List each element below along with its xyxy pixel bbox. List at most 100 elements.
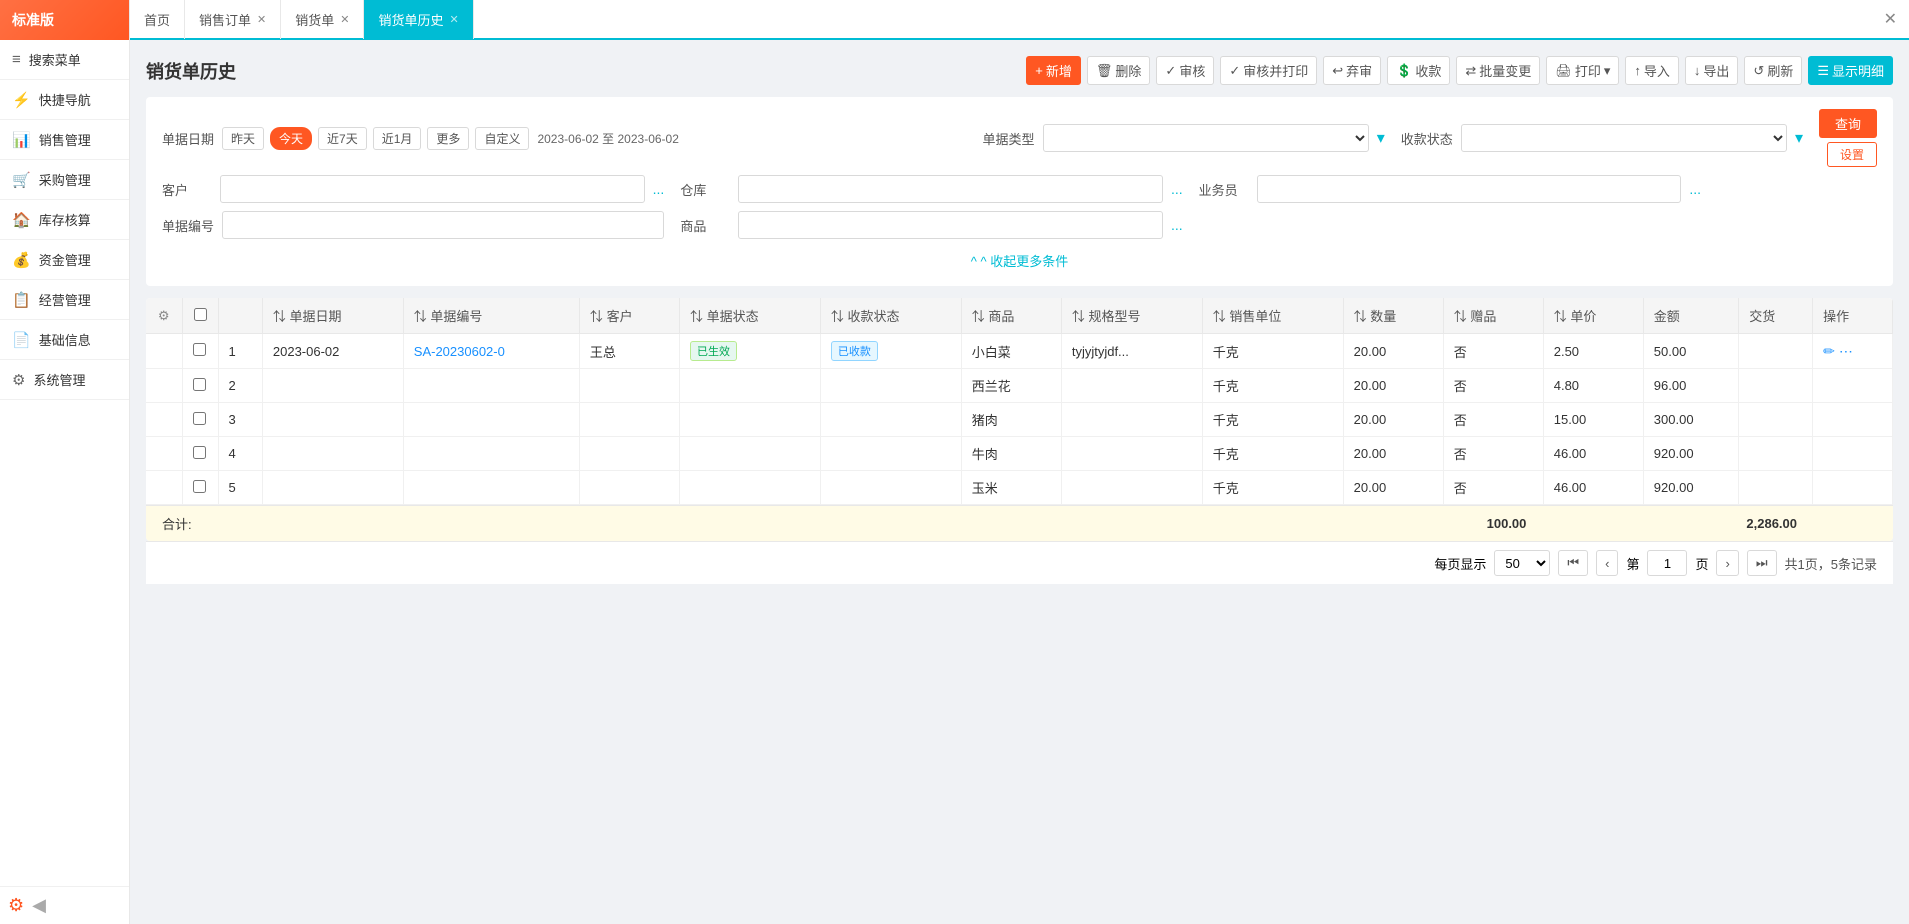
delete-label: 删除 xyxy=(1115,61,1141,80)
tab-sales-delivery-close[interactable]: ✕ xyxy=(340,13,349,26)
prev-page-btn[interactable]: ‹ xyxy=(1596,550,1618,576)
abandon-button[interactable]: ↩ 弃审 xyxy=(1323,56,1381,85)
row-checkbox[interactable] xyxy=(193,343,206,356)
sidebar-item-quick-nav[interactable]: ⚡ 快捷导航 xyxy=(0,80,129,120)
table-row: 5玉米千克20.00否46.00920.00 xyxy=(146,471,1893,505)
query-button[interactable]: 查询 xyxy=(1819,109,1877,138)
settings-button[interactable]: 设置 xyxy=(1827,142,1877,167)
warehouse-input[interactable] xyxy=(738,175,1163,203)
sidebar-item-operations[interactable]: 📋 经营管理 xyxy=(0,280,129,320)
last-page-btn[interactable]: ⏭ xyxy=(1747,550,1777,576)
collapse-filter-btn[interactable]: ^ ^ 收起更多条件 xyxy=(162,247,1877,274)
batch-change-button[interactable]: ⇄ 批量变更 xyxy=(1456,56,1540,85)
col-amount[interactable]: 金额 xyxy=(1643,298,1739,334)
sidebar-item-basic-info[interactable]: 📄 基础信息 xyxy=(0,320,129,360)
sidebar-item-search-menu[interactable]: ≡ 搜索菜单 xyxy=(0,40,129,80)
collect-button[interactable]: 💲 收款 xyxy=(1387,56,1450,85)
date-more-btn[interactable]: 更多 xyxy=(427,127,469,150)
audit-icon: ✓ xyxy=(1165,63,1176,79)
tab-home-label: 首页 xyxy=(144,10,170,29)
sidebar-item-sales-mgmt[interactable]: 📊 销售管理 xyxy=(0,120,129,160)
product-label: 商品 xyxy=(680,216,730,235)
select-all-checkbox[interactable] xyxy=(194,308,207,321)
row-checkbox[interactable] xyxy=(193,378,206,391)
col-unit[interactable]: ⇅ 销售单位 xyxy=(1202,298,1343,334)
doc-type-dropdown-icon[interactable]: ▾ xyxy=(1377,128,1385,148)
tab-close-all[interactable]: ✕ xyxy=(1872,9,1909,29)
pay-status-dropdown-icon[interactable]: ▾ xyxy=(1795,128,1803,148)
pay-status-label: 收款状态 xyxy=(1401,129,1453,148)
col-gift[interactable]: ⇅ 赠品 xyxy=(1443,298,1543,334)
sidebar-item-finance[interactable]: 💰 资金管理 xyxy=(0,240,129,280)
col-pay-status[interactable]: ⇅ 收款状态 xyxy=(820,298,961,334)
sidebar-collapse-icon[interactable]: ◀ xyxy=(32,895,46,916)
row-checkbox[interactable] xyxy=(193,480,206,493)
col-qty[interactable]: ⇅ 数量 xyxy=(1343,298,1443,334)
product-ellipsis[interactable]: ... xyxy=(1171,217,1183,233)
tab-home[interactable]: 首页 xyxy=(130,0,185,39)
row-checkbox[interactable] xyxy=(193,412,206,425)
abandon-icon: ↩ xyxy=(1332,63,1343,79)
col-doc-no[interactable]: ⇅ 单据编号 xyxy=(403,298,579,334)
tab-sales-delivery[interactable]: 销货单 ✕ xyxy=(281,0,364,39)
col-product[interactable]: ⇅ 商品 xyxy=(961,298,1061,334)
col-unit-price[interactable]: ⇅ 单价 xyxy=(1543,298,1643,334)
import-button[interactable]: ↑ 导入 xyxy=(1625,56,1679,85)
sidebar-item-label: 基础信息 xyxy=(39,330,91,349)
refresh-button[interactable]: ↺ 刷新 xyxy=(1744,56,1802,85)
chevron-up-icon: ^ xyxy=(971,254,981,269)
docno-input[interactable] xyxy=(222,211,664,239)
col-spec[interactable]: ⇅ 规格型号 xyxy=(1061,298,1202,334)
product-input[interactable] xyxy=(738,211,1163,239)
sidebar-item-label: 系统管理 xyxy=(33,370,85,389)
sidebar-item-inventory[interactable]: 🏠 库存核算 xyxy=(0,200,129,240)
add-button[interactable]: + 新增 xyxy=(1026,56,1081,85)
first-page-btn[interactable]: ⏮ xyxy=(1558,550,1588,576)
delete-button[interactable]: 🗑 删除 xyxy=(1087,56,1151,85)
col-customer[interactable]: ⇅ 客户 xyxy=(579,298,679,334)
tab-sales-history-close[interactable]: ✕ xyxy=(450,13,459,26)
salesperson-label: 业务员 xyxy=(1199,180,1249,199)
date-1month-btn[interactable]: 近1月 xyxy=(373,127,422,150)
sidebar-item-system-mgmt[interactable]: ⚙ 系统管理 xyxy=(0,360,129,400)
customer-input[interactable] xyxy=(220,175,645,203)
audit-label: 审核 xyxy=(1179,61,1205,80)
edit-icon[interactable]: ✏ xyxy=(1823,343,1835,360)
col-doc-date[interactable]: ⇅ 单据日期 xyxy=(262,298,403,334)
table-row: 2西兰花千克20.00否4.8096.00 xyxy=(146,369,1893,403)
salesperson-ellipsis[interactable]: ... xyxy=(1689,181,1701,197)
tab-sales-order[interactable]: 销售订单 ✕ xyxy=(185,0,281,39)
doc-type-select[interactable] xyxy=(1043,124,1369,152)
show-detail-button[interactable]: ☰ 显示明细 xyxy=(1808,56,1893,85)
more-action-icon[interactable]: ⋯ xyxy=(1839,343,1853,360)
col-doc-status[interactable]: ⇅ 单据状态 xyxy=(679,298,820,334)
col-settings[interactable]: ⚙ xyxy=(146,298,182,334)
audit-print-button[interactable]: ✓ 审核并打印 xyxy=(1220,56,1317,85)
date-yesterday-btn[interactable]: 昨天 xyxy=(222,127,264,150)
table-row: 12023-06-02SA-20230602-0王总已生效已收款小白菜tyjyj… xyxy=(146,334,1893,369)
next-page-btn[interactable]: › xyxy=(1716,550,1738,576)
pay-status-select[interactable] xyxy=(1461,124,1787,152)
customer-ellipsis[interactable]: ... xyxy=(653,181,665,197)
date-today-btn[interactable]: 今天 xyxy=(270,127,312,150)
date-7days-btn[interactable]: 近7天 xyxy=(318,127,367,150)
date-custom-btn[interactable]: 自定义 xyxy=(475,127,529,150)
warehouse-ellipsis[interactable]: ... xyxy=(1171,181,1183,197)
col-trade[interactable]: 交货 xyxy=(1739,298,1813,334)
col-checkbox[interactable] xyxy=(182,298,218,334)
doc-no-link[interactable]: SA-20230602-0 xyxy=(414,344,505,359)
data-table: ⚙ ⇅ 单据日期 ⇅ 单据编号 ⇅ 客户 xyxy=(146,298,1893,505)
page-size-select[interactable]: 10 20 50 100 xyxy=(1494,550,1550,576)
tab-sales-history[interactable]: 销货单历史 ✕ xyxy=(364,0,473,39)
page-number-input[interactable] xyxy=(1647,550,1687,576)
print-button[interactable]: 🖨 打印 ▾ xyxy=(1546,56,1619,85)
sidebar-item-purchase-mgmt[interactable]: 🛒 采购管理 xyxy=(0,160,129,200)
sidebar-settings-icon[interactable]: ⚙ xyxy=(8,895,24,916)
export-button[interactable]: ↓ 导出 xyxy=(1685,56,1739,85)
row-checkbox[interactable] xyxy=(193,446,206,459)
quick-nav-icon: ⚡ xyxy=(12,91,31,109)
audit-button[interactable]: ✓ 审核 xyxy=(1156,56,1214,85)
purchase-icon: 🛒 xyxy=(12,171,31,189)
salesperson-input[interactable] xyxy=(1257,175,1682,203)
tab-sales-order-close[interactable]: ✕ xyxy=(257,13,266,26)
